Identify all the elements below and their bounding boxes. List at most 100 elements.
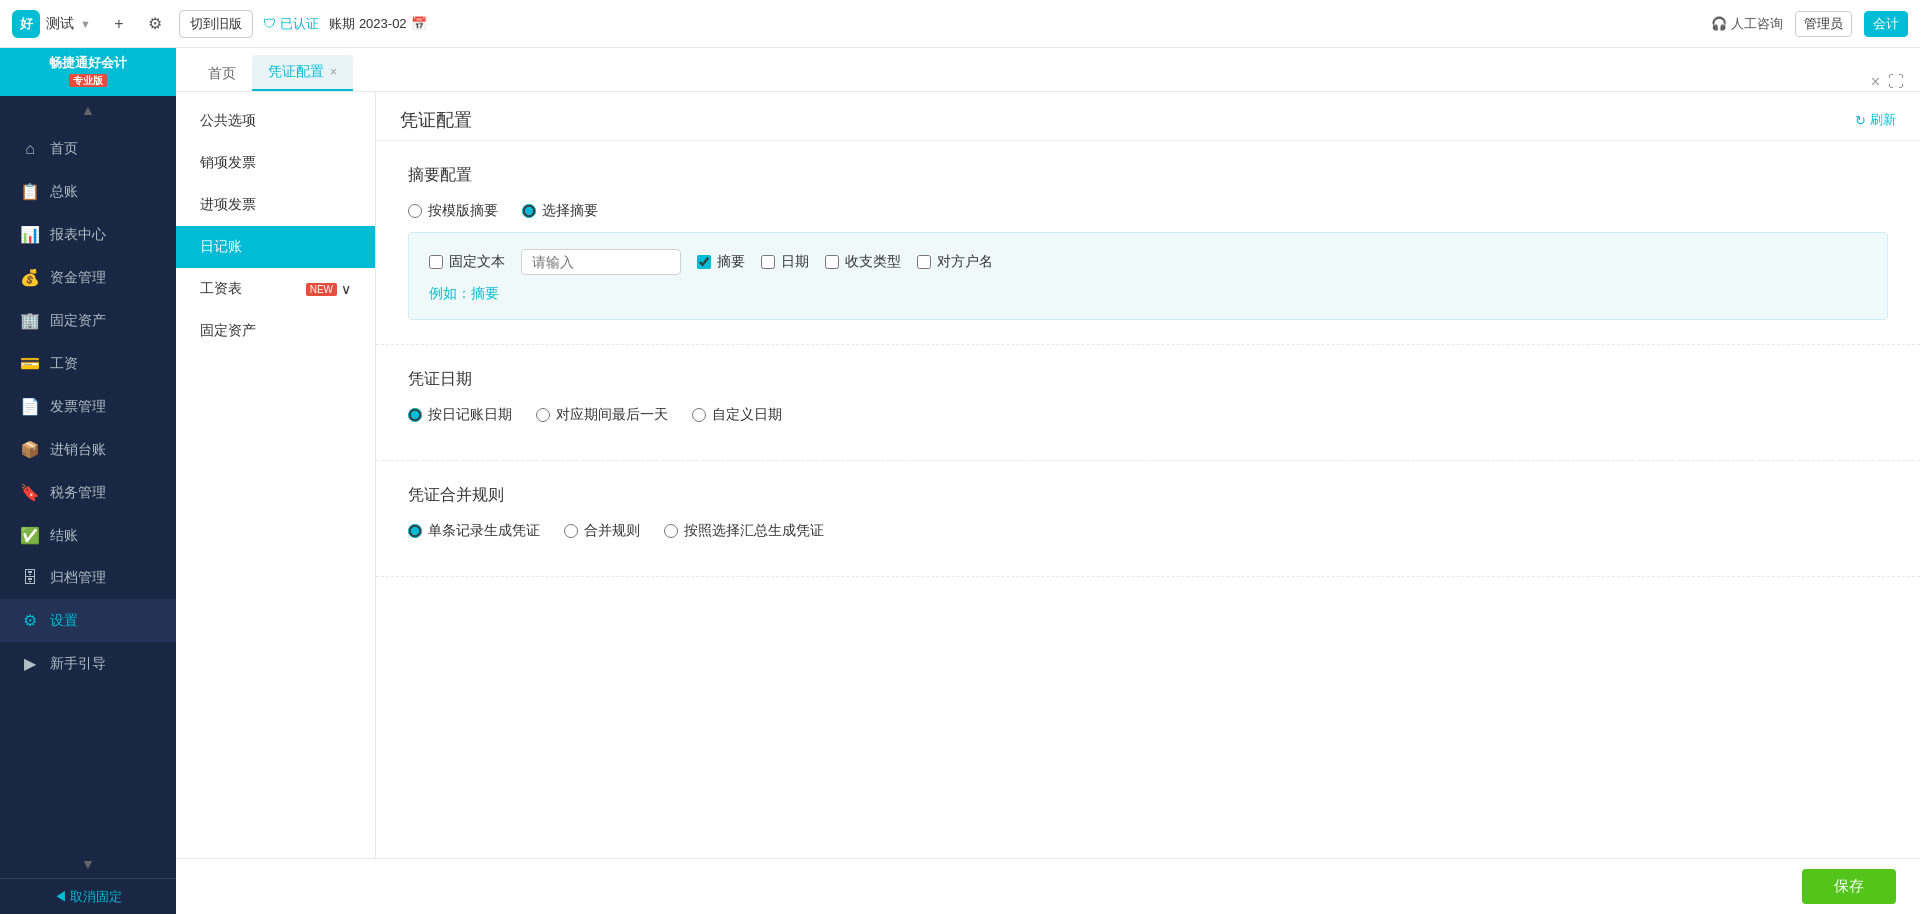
settings-button[interactable]: ⚙ — [141, 10, 169, 38]
trading-icon: 📦 — [20, 440, 40, 459]
journal-date-option[interactable]: 按日记账日期 — [408, 406, 512, 424]
left-nav-payroll[interactable]: 工资表 NEW ∨ — [176, 268, 375, 310]
abstract-option[interactable]: 摘要 — [697, 253, 745, 271]
sidebar-item-ledger[interactable]: 📋 总账 — [0, 170, 176, 213]
counterparty-checkbox[interactable] — [917, 255, 931, 269]
sidebar-item-invoice[interactable]: 📄 发票管理 — [0, 385, 176, 428]
tab-close-icon[interactable]: × — [330, 65, 337, 79]
close-window-button[interactable]: × — [1871, 73, 1880, 91]
income-type-option[interactable]: 收支类型 — [825, 253, 901, 271]
home-icon: ⌂ — [20, 140, 40, 158]
consult-button[interactable]: 🎧 人工咨询 — [1711, 15, 1783, 33]
topbar-icons: + ⚙ — [105, 10, 169, 38]
cancel-fixed-button[interactable]: ◀ 取消固定 — [0, 878, 176, 914]
guide-icon: ▶ — [20, 654, 40, 673]
settings-icon: ⚙ — [20, 611, 40, 630]
income-type-checkbox[interactable] — [825, 255, 839, 269]
topbar: 好 测试 ▼ + ⚙ 切到旧版 🛡 已认证 账期 2023-02 📅 🎧 人工咨… — [0, 0, 1920, 48]
select-abstract-option[interactable]: 选择摘要 — [522, 202, 598, 220]
shield-icon: 🛡 — [263, 16, 276, 31]
capital-icon: 💰 — [20, 268, 40, 287]
sidebar-scroll-up[interactable]: ▲ — [0, 96, 176, 124]
page-title: 凭证配置 — [400, 108, 472, 132]
sidebar-item-assets[interactable]: 🏢 固定资产 — [0, 299, 176, 342]
selected-summary-option[interactable]: 按照选择汇总生成凭证 — [664, 522, 824, 540]
sidebar-item-home[interactable]: ⌂ 首页 — [0, 128, 176, 170]
accountant-button[interactable]: 会计 — [1864, 11, 1908, 37]
voucher-date-title: 凭证日期 — [408, 369, 1888, 390]
counterparty-option[interactable]: 对方户名 — [917, 253, 993, 271]
sidebar-item-archive[interactable]: 🗄 归档管理 — [0, 557, 176, 599]
fixed-text-input[interactable] — [521, 249, 681, 275]
headset-icon: 🎧 — [1711, 16, 1727, 31]
page-header: 凭证配置 ↻ 刷新 — [376, 92, 1920, 141]
last-day-radio[interactable] — [536, 408, 550, 422]
single-record-radio[interactable] — [408, 524, 422, 538]
tab-home[interactable]: 首页 — [192, 57, 252, 91]
sidebar-logo: 畅捷通好会计 专业版 — [0, 48, 176, 96]
merge-rule-radio[interactable] — [564, 524, 578, 538]
select-abstract-radio[interactable] — [522, 204, 536, 218]
right-content: 凭证配置 ↻ 刷新 摘要配置 按模版摘要 — [376, 92, 1920, 858]
left-nav-purchase[interactable]: 进项发票 — [176, 184, 375, 226]
tax-icon: 🔖 — [20, 483, 40, 502]
sidebar-item-settings[interactable]: ⚙ 设置 — [0, 599, 176, 642]
sidebar-item-tax[interactable]: 🔖 税务管理 — [0, 471, 176, 514]
merge-rule-option[interactable]: 合并规则 — [564, 522, 640, 540]
switch-old-button[interactable]: 切到旧版 — [179, 10, 253, 38]
manager-button[interactable]: 管理员 — [1795, 11, 1852, 37]
sidebar: 畅捷通好会计 专业版 ▲ ⌂ 首页 📋 总账 📊 报表中心 💰 资金管理 — [0, 48, 176, 914]
sidebar-scroll-down[interactable]: ▼ — [0, 850, 176, 878]
custom-date-radio[interactable] — [692, 408, 706, 422]
date-checkbox[interactable] — [761, 255, 775, 269]
bottom-bar: 保存 — [176, 858, 1920, 914]
left-nav-journal[interactable]: 日记账 — [176, 226, 375, 268]
last-day-option[interactable]: 对应期间最后一天 — [536, 406, 668, 424]
tab-voucher-config[interactable]: 凭证配置 × — [252, 55, 353, 91]
company-selector[interactable]: 好 测试 ▼ — [12, 10, 91, 38]
save-button[interactable]: 保存 — [1802, 869, 1896, 904]
date-option[interactable]: 日期 — [761, 253, 809, 271]
fixed-text-checkbox[interactable] — [429, 255, 443, 269]
sidebar-item-capital[interactable]: 💰 资金管理 — [0, 256, 176, 299]
abstract-section-title: 摘要配置 — [408, 165, 1888, 186]
sidebar-item-trading[interactable]: 📦 进销台账 — [0, 428, 176, 471]
abstract-config-row: 固定文本 摘要 日期 — [429, 249, 1867, 275]
refresh-button[interactable]: ↻ 刷新 — [1855, 111, 1896, 129]
company-name: 测试 — [46, 15, 74, 33]
sidebar-item-salary[interactable]: 💳 工资 — [0, 342, 176, 385]
merge-rules-title: 凭证合并规则 — [408, 485, 1888, 506]
company-logo-icon: 好 — [12, 10, 40, 38]
tabs-bar: 首页 凭证配置 × × ⛶ — [176, 48, 1920, 92]
left-nav-sales[interactable]: 销项发票 — [176, 142, 375, 184]
template-abstract-option[interactable]: 按模版摘要 — [408, 202, 498, 220]
sidebar-item-reports[interactable]: 📊 报表中心 — [0, 213, 176, 256]
voucher-date-radio-group: 按日记账日期 对应期间最后一天 自定义日期 — [408, 406, 1888, 424]
checkout-icon: ✅ — [20, 526, 40, 545]
selected-summary-radio[interactable] — [664, 524, 678, 538]
left-nav-public[interactable]: 公共选项 — [176, 100, 375, 142]
abstract-checkbox[interactable] — [697, 255, 711, 269]
left-nav-fixed-assets[interactable]: 固定资产 — [176, 310, 375, 352]
sidebar-item-checkout[interactable]: ✅ 结账 — [0, 514, 176, 557]
abstract-config-box: 固定文本 摘要 日期 — [408, 232, 1888, 320]
tab-actions: × ⛶ — [1871, 73, 1904, 91]
sidebar-item-guide[interactable]: ▶ 新手引导 — [0, 642, 176, 685]
voucher-date-section: 凭证日期 按日记账日期 对应期间最后一天 自定义日期 — [376, 345, 1920, 461]
left-nav: 公共选项 销项发票 进项发票 日记账 工资表 NEW ∨ — [176, 92, 376, 858]
salary-icon: 💳 — [20, 354, 40, 373]
journal-date-radio[interactable] — [408, 408, 422, 422]
spacer — [376, 577, 1920, 657]
abstract-radio-group: 按模版摘要 选择摘要 — [408, 202, 1888, 220]
single-record-option[interactable]: 单条记录生成凭证 — [408, 522, 540, 540]
logo-sub: 专业版 — [69, 74, 107, 87]
expand-window-button[interactable]: ⛶ — [1888, 73, 1904, 91]
company-arrow-icon[interactable]: ▼ — [80, 18, 91, 30]
custom-date-option[interactable]: 自定义日期 — [692, 406, 782, 424]
template-abstract-radio[interactable] — [408, 204, 422, 218]
merge-rules-section: 凭证合并规则 单条记录生成凭证 合并规则 按照选择汇总生成凭证 — [376, 461, 1920, 577]
calendar-icon[interactable]: 📅 — [411, 16, 427, 31]
add-button[interactable]: + — [105, 10, 133, 38]
fixed-text-option[interactable]: 固定文本 — [429, 253, 505, 271]
abstract-section: 摘要配置 按模版摘要 选择摘要 — [376, 141, 1920, 345]
